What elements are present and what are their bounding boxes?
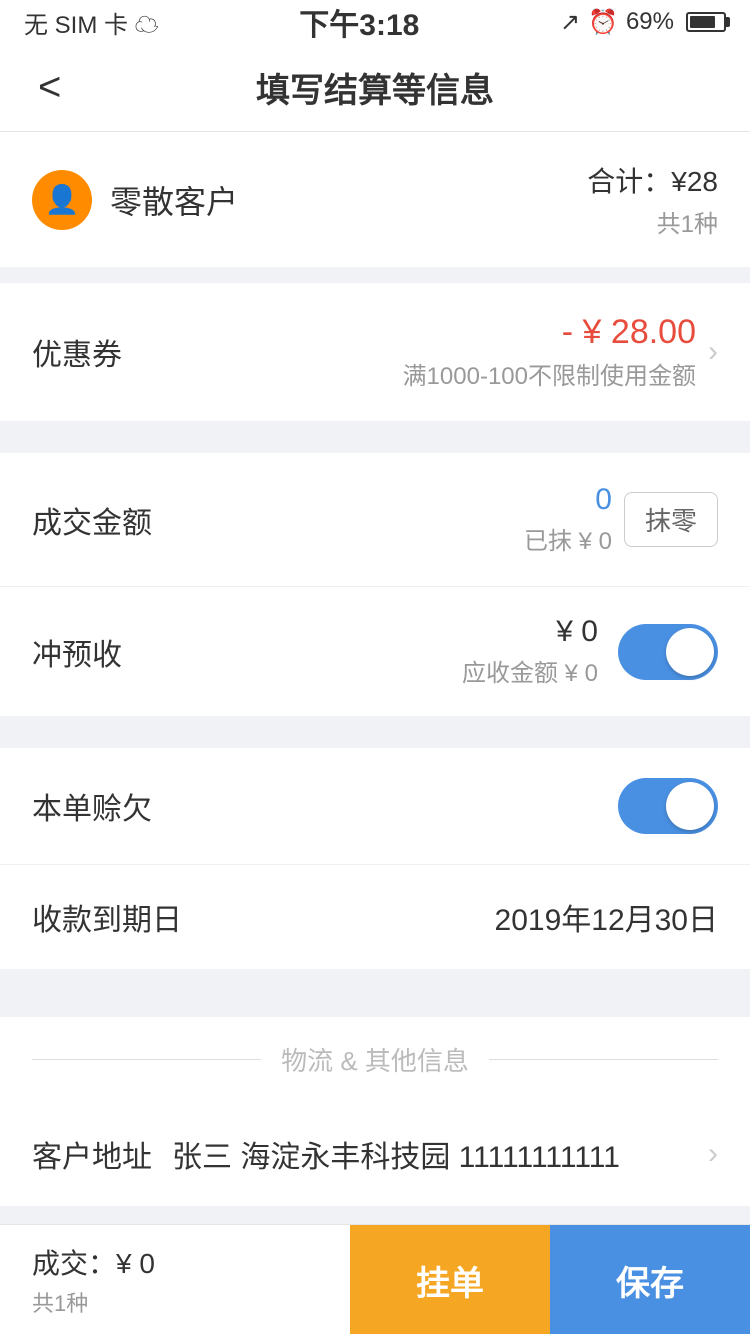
toggle-knob [666,628,714,676]
deal-amount-label: 成交金额 [32,498,152,542]
status-right: ↗ ⏰ 69% [560,8,726,37]
bottom-deal-label: 成交： [32,1248,116,1279]
prepayment-amount: ¥ 0 [462,615,598,649]
address-value: 张三 海淀永丰科技园 11111111111 [172,1132,688,1176]
total-count: 共1种 [587,204,718,239]
bottom-bar: 成交：¥ 0 共1种 挂单 保存 [0,1224,750,1334]
nav-bar: < 填写结算等信息 [0,44,750,132]
avatar: 👤 [32,170,92,230]
deal-amount-row: 成交金额 0 已抹 ¥ 0 抹零 [0,453,750,587]
coupon-right: - ¥ 28.00 满1000-100不限制使用金额 › [403,313,718,391]
prepayment-values: ¥ 0 应收金额 ¥ 0 [462,615,598,688]
debit-right [618,778,718,834]
page-title: 填写结算等信息 [256,63,494,112]
address-row[interactable]: 客户地址 张三 海淀永丰科技园 11111111111 › [0,1102,750,1206]
deal-amount-right: 0 已抹 ¥ 0 抹零 [524,483,718,556]
battery-icon [686,12,726,32]
coupon-label: 优惠券 [32,330,122,374]
logistics-title: 物流 & 其他信息 [281,1041,469,1078]
prepayment-sub: 应收金额 ¥ 0 [462,653,598,688]
address-chevron-icon: › [708,1137,718,1171]
divider-1 [0,437,750,453]
coupon-discount: - ¥ 28.00 [403,313,696,352]
deal-amount-section: 成交金额 0 已抹 ¥ 0 抹零 冲预收 ¥ 0 应收金额 ¥ 0 [0,453,750,716]
prepayment-right: ¥ 0 应收金额 ¥ 0 [462,615,718,688]
debit-section: 本单赊欠 收款到期日 2019年12月30日 [0,748,750,969]
customer-name: 零散客户 [110,177,238,223]
customer-row: 👤 零散客户 合计：¥28 共1种 [0,132,750,267]
back-button[interactable]: < [28,55,71,120]
battery-percent: 69% [626,8,674,36]
status-bar: 无 SIM 卡 ☁ 下午3:18 ↗ ⏰ 69% [0,0,750,44]
alarm-icon: ⏰ [588,8,618,37]
debit-toggle[interactable] [618,778,718,834]
content: 👤 零散客户 合计：¥28 共1种 优惠券 - ¥ 28.00 满1000-10… [0,132,750,1326]
customer-section: 👤 零散客户 合计：¥28 共1种 [0,132,750,267]
due-date-row: 收款到期日 2019年12月30日 [0,865,750,969]
due-date-value: 2019年12月30日 [495,895,718,939]
total-amount: 合计：¥28 [587,160,718,200]
customer-info: 👤 零散客户 [32,170,238,230]
coupon-section[interactable]: 优惠券 - ¥ 28.00 满1000-100不限制使用金额 › [0,283,750,421]
prepayment-row: 冲预收 ¥ 0 应收金额 ¥ 0 [0,587,750,716]
coupon-description: 满1000-100不限制使用金额 [403,356,696,391]
logistics-header: 物流 & 其他信息 [0,1017,750,1102]
divider-line-right [489,1059,718,1060]
due-date-label: 收款到期日 [32,895,182,939]
save-button[interactable]: 保存 [550,1225,750,1334]
status-left: 无 SIM 卡 ☁ [24,5,159,40]
deal-amount-sub: 已抹 ¥ 0 [524,521,612,556]
deal-amount-value: 0 [524,483,612,517]
divider-3 [0,985,750,1001]
debit-toggle-knob [666,782,714,830]
bottom-count: 共1种 [32,1286,318,1318]
logistics-section: 物流 & 其他信息 客户地址 张三 海淀永丰科技园 11111111111 › [0,1017,750,1206]
debit-row: 本单赊欠 [0,748,750,865]
address-label: 客户地址 [32,1132,152,1176]
location-icon: ↗ [560,8,580,37]
prepayment-label: 冲预收 [32,630,122,674]
divider-line-left [32,1059,261,1060]
sim-label: 无 SIM 卡 ☁ [24,5,159,40]
customer-total: 合计：¥28 共1种 [587,160,718,239]
bottom-info: 成交：¥ 0 共1种 [0,1225,350,1334]
deal-amount-col: 0 已抹 ¥ 0 [524,483,612,556]
round-off-button[interactable]: 抹零 [624,492,718,547]
prepayment-toggle[interactable] [618,624,718,680]
pending-button[interactable]: 挂单 [350,1225,550,1334]
debit-label: 本单赊欠 [32,784,152,828]
bottom-deal-value: ¥ 0 [116,1248,155,1279]
divider-2 [0,732,750,748]
coupon-row[interactable]: 优惠券 - ¥ 28.00 满1000-100不限制使用金额 › [0,283,750,421]
bottom-deal-amount: 成交：¥ 0 [32,1242,318,1282]
chevron-right-icon: › [708,335,718,369]
avatar-icon: 👤 [45,183,80,216]
coupon-value-col: - ¥ 28.00 满1000-100不限制使用金额 [403,313,696,391]
status-time: 下午3:18 [299,0,419,44]
